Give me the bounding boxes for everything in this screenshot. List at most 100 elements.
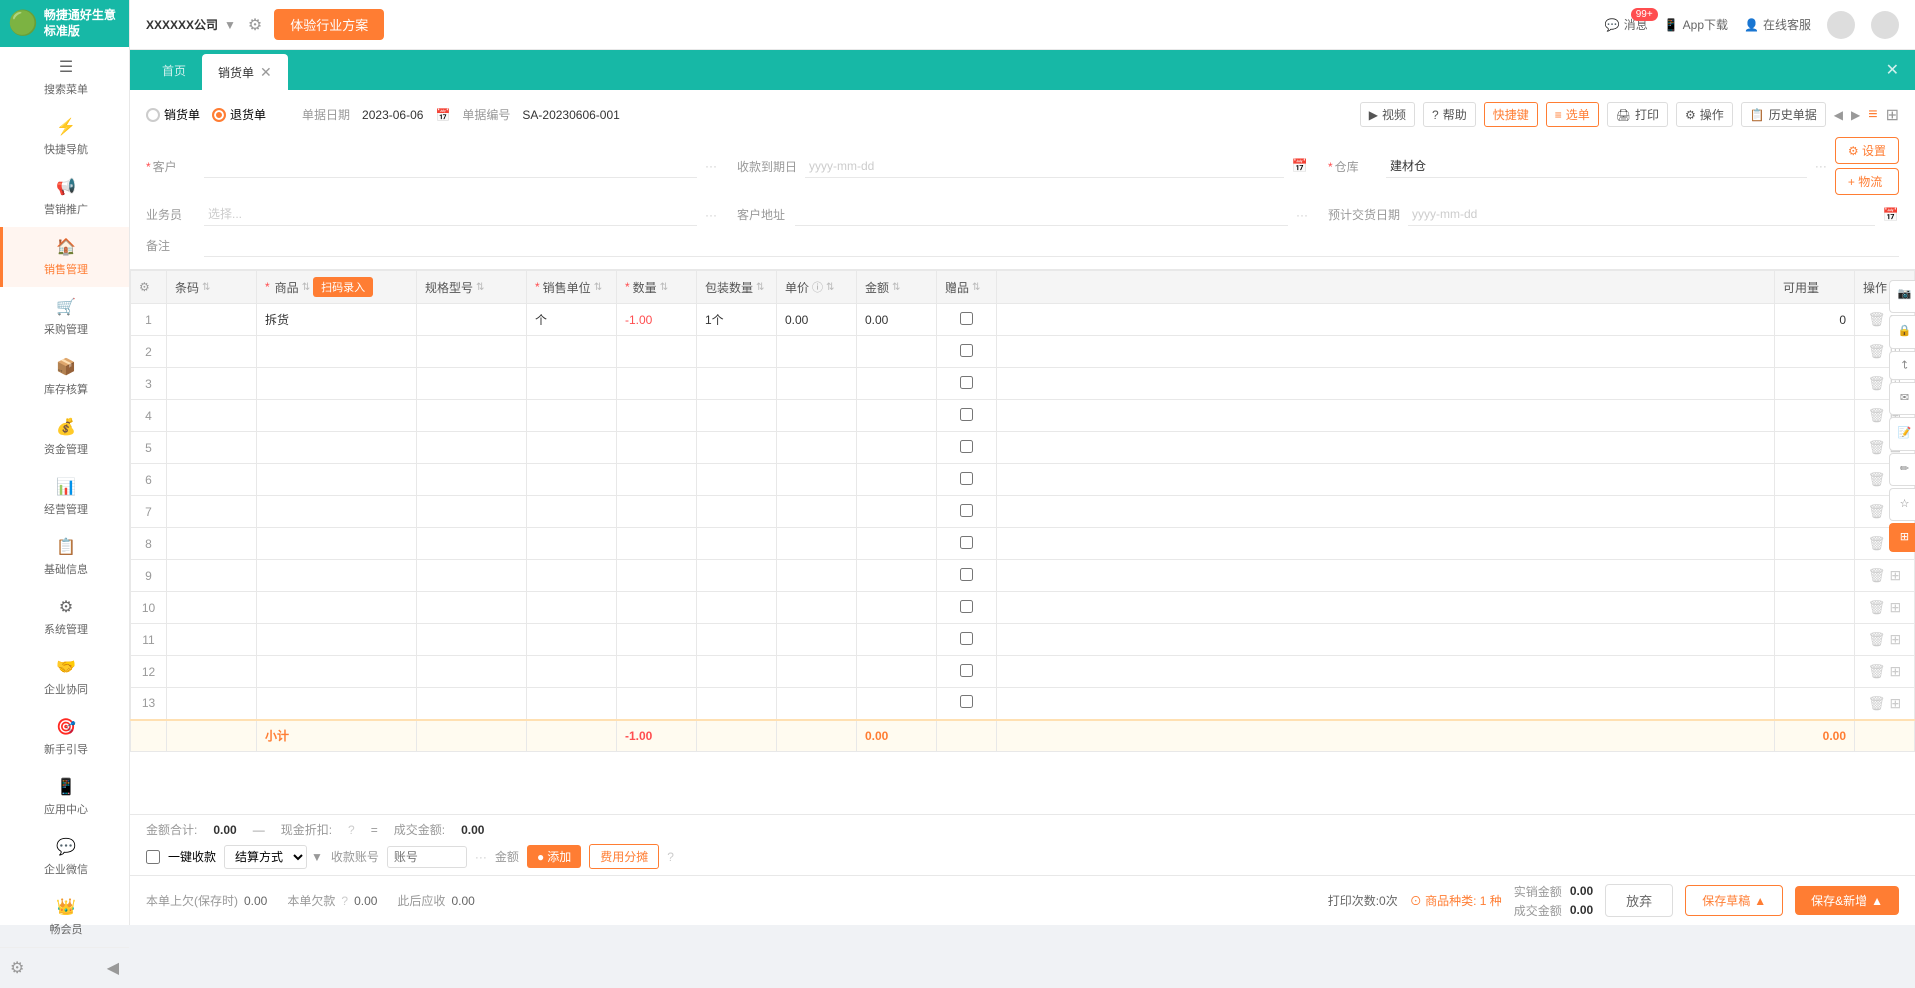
cell-gift-2[interactable] xyxy=(937,368,997,400)
gift-checkbox-5[interactable] xyxy=(960,472,973,485)
tab-bar-close-icon[interactable]: ✕ xyxy=(1886,60,1899,80)
gift-checkbox-7[interactable] xyxy=(960,536,973,549)
copy-icon-10[interactable]: ⊞ xyxy=(1890,631,1902,648)
salesperson-dots-icon[interactable]: ··· xyxy=(705,208,717,222)
sidebar-item-13[interactable]: 💬企业微信 xyxy=(0,827,129,887)
price-info-icon[interactable]: ⓘ xyxy=(812,279,823,295)
barcode-input-10[interactable] xyxy=(175,633,248,647)
sidebar-item-8[interactable]: 📋基础信息 xyxy=(0,527,129,587)
tab-close-icon[interactable]: ✕ xyxy=(260,64,272,81)
barcode-input-7[interactable] xyxy=(175,537,248,551)
print-btn[interactable]: 🖨 打印 xyxy=(1607,102,1668,127)
due-date-calendar-icon[interactable]: 📅 xyxy=(1292,158,1308,174)
cell-barcode-3[interactable] xyxy=(167,400,257,432)
th-settings[interactable]: ⚙ xyxy=(131,271,167,304)
cell-barcode-1[interactable] xyxy=(167,336,257,368)
copy-icon-8[interactable]: ⊞ xyxy=(1890,567,1902,584)
cell-gift-11[interactable] xyxy=(937,656,997,688)
barcode-input-8[interactable] xyxy=(175,569,248,583)
barcode-input-3[interactable] xyxy=(175,409,248,423)
warehouse-dots-icon[interactable]: ··· xyxy=(1815,159,1827,173)
sidebar-item-10[interactable]: 🤝企业协同 xyxy=(0,647,129,707)
cell-gift-12[interactable] xyxy=(937,688,997,720)
expense-split-button[interactable]: 费用分摊 xyxy=(589,844,659,869)
cell-gift-9[interactable] xyxy=(937,592,997,624)
gift-checkbox-4[interactable] xyxy=(960,440,973,453)
save-new-dropdown-icon[interactable]: ▲ xyxy=(1871,894,1883,908)
radio-sales[interactable]: 销货单 xyxy=(146,106,200,123)
copy-icon-11[interactable]: ⊞ xyxy=(1890,663,1902,680)
footer-help-icon[interactable]: ? xyxy=(667,850,674,864)
cell-gift-8[interactable] xyxy=(937,560,997,592)
right-panel-btn-3[interactable]: ↩ xyxy=(1889,351,1915,380)
sidebar-item-4[interactable]: 🛒采购管理 xyxy=(0,287,129,347)
gift-checkbox-10[interactable] xyxy=(960,632,973,645)
cell-gift-5[interactable] xyxy=(937,464,997,496)
cell-barcode-0[interactable] xyxy=(167,304,257,336)
right-panel-btn-4[interactable]: ✉ xyxy=(1889,382,1915,415)
barcode-input-2[interactable] xyxy=(175,377,248,391)
warehouse-input[interactable] xyxy=(1386,155,1807,178)
right-panel-btn-7[interactable]: ☆ xyxy=(1889,488,1915,521)
right-panel-btn-5[interactable]: 📝 xyxy=(1889,417,1915,450)
gift-checkbox-1[interactable] xyxy=(960,344,973,357)
note-input[interactable] xyxy=(204,234,1899,257)
user-avatar[interactable] xyxy=(1827,11,1855,39)
sidebar-item-11[interactable]: 🎯新手引导 xyxy=(0,707,129,767)
operation-btn[interactable]: ⚙ 操作 xyxy=(1676,102,1733,127)
delete-icon-11[interactable]: 🗑 xyxy=(1868,663,1886,680)
discount-info-icon[interactable]: ? xyxy=(348,823,355,837)
delete-icon-10[interactable]: 🗑 xyxy=(1868,631,1886,648)
right-panel-btn-6[interactable]: ✏ xyxy=(1889,453,1915,486)
cell-barcode-11[interactable] xyxy=(167,656,257,688)
gift-checkbox-8[interactable] xyxy=(960,568,973,581)
delete-icon-12[interactable]: 🗑 xyxy=(1868,695,1886,712)
delete-icon-4[interactable]: 🗑 xyxy=(1868,439,1886,456)
barcode-input-1[interactable] xyxy=(175,345,248,359)
view-list-icon[interactable]: ≡ xyxy=(1868,106,1877,124)
shortcut-btn[interactable]: 快捷键 xyxy=(1484,102,1538,127)
trial-plan-button[interactable]: 体验行业方案 xyxy=(274,9,384,40)
delete-icon-6[interactable]: 🗑 xyxy=(1868,503,1886,520)
barcode-input-9[interactable] xyxy=(175,601,248,615)
delete-icon-7[interactable]: 🗑 xyxy=(1868,535,1886,552)
sidebar-collapse-icon[interactable]: ◀ xyxy=(107,958,119,978)
customer-address-input[interactable] xyxy=(795,203,1288,226)
gift-checkbox-2[interactable] xyxy=(960,376,973,389)
save-draft-button[interactable]: 保存草稿 ▲ xyxy=(1685,885,1783,916)
total-owe-icon[interactable]: ? xyxy=(341,894,348,908)
message-button[interactable]: 💬 消息 99+ xyxy=(1605,16,1648,33)
sidebar-item-6[interactable]: 💰资金管理 xyxy=(0,407,129,467)
one-key-payment-checkbox[interactable] xyxy=(146,850,160,864)
delete-icon-2[interactable]: 🗑 xyxy=(1868,375,1886,392)
view-grid-icon[interactable]: ⊞ xyxy=(1886,105,1899,125)
cell-barcode-4[interactable] xyxy=(167,432,257,464)
delivery-date-calendar-icon[interactable]: 📅 xyxy=(1883,207,1899,223)
video-btn[interactable]: ▶ 视频 xyxy=(1360,102,1415,127)
cell-gift-3[interactable] xyxy=(937,400,997,432)
abandon-button[interactable]: 放弃 xyxy=(1605,884,1673,917)
customer-address-dots-icon[interactable]: ··· xyxy=(1296,208,1308,222)
customer-input[interactable] xyxy=(204,155,697,178)
right-panel-btn-1[interactable]: 📷 xyxy=(1889,280,1915,313)
gift-checkbox-11[interactable] xyxy=(960,664,973,677)
cell-barcode-9[interactable] xyxy=(167,592,257,624)
cell-barcode-8[interactable] xyxy=(167,560,257,592)
cell-gift-4[interactable] xyxy=(937,432,997,464)
tab-home[interactable]: 首页 xyxy=(146,50,202,90)
cell-barcode-6[interactable] xyxy=(167,496,257,528)
app-download-button[interactable]: 📱 App下载 xyxy=(1664,16,1728,33)
cell-barcode-12[interactable] xyxy=(167,688,257,720)
sidebar-item-3[interactable]: 🏠销售管理 xyxy=(0,227,129,287)
sidebar-item-5[interactable]: 📦库存核算 xyxy=(0,347,129,407)
logistics-button[interactable]: + 物流 xyxy=(1835,168,1899,195)
copy-icon-9[interactable]: ⊞ xyxy=(1890,599,1902,616)
payment-method-select[interactable]: 结算方式 xyxy=(224,845,307,869)
delivery-date-input[interactable] xyxy=(1408,203,1875,226)
barcode-input-5[interactable] xyxy=(175,473,248,487)
company-selector[interactable]: XXXXXX公司 ▼ xyxy=(146,16,236,33)
radio-return[interactable]: 退货单 xyxy=(212,106,266,123)
barcode-input-0[interactable] xyxy=(175,313,248,327)
scan-btn[interactable]: 扫码录入 xyxy=(313,277,373,297)
sidebar-item-1[interactable]: ⚡快捷导航 xyxy=(0,107,129,167)
